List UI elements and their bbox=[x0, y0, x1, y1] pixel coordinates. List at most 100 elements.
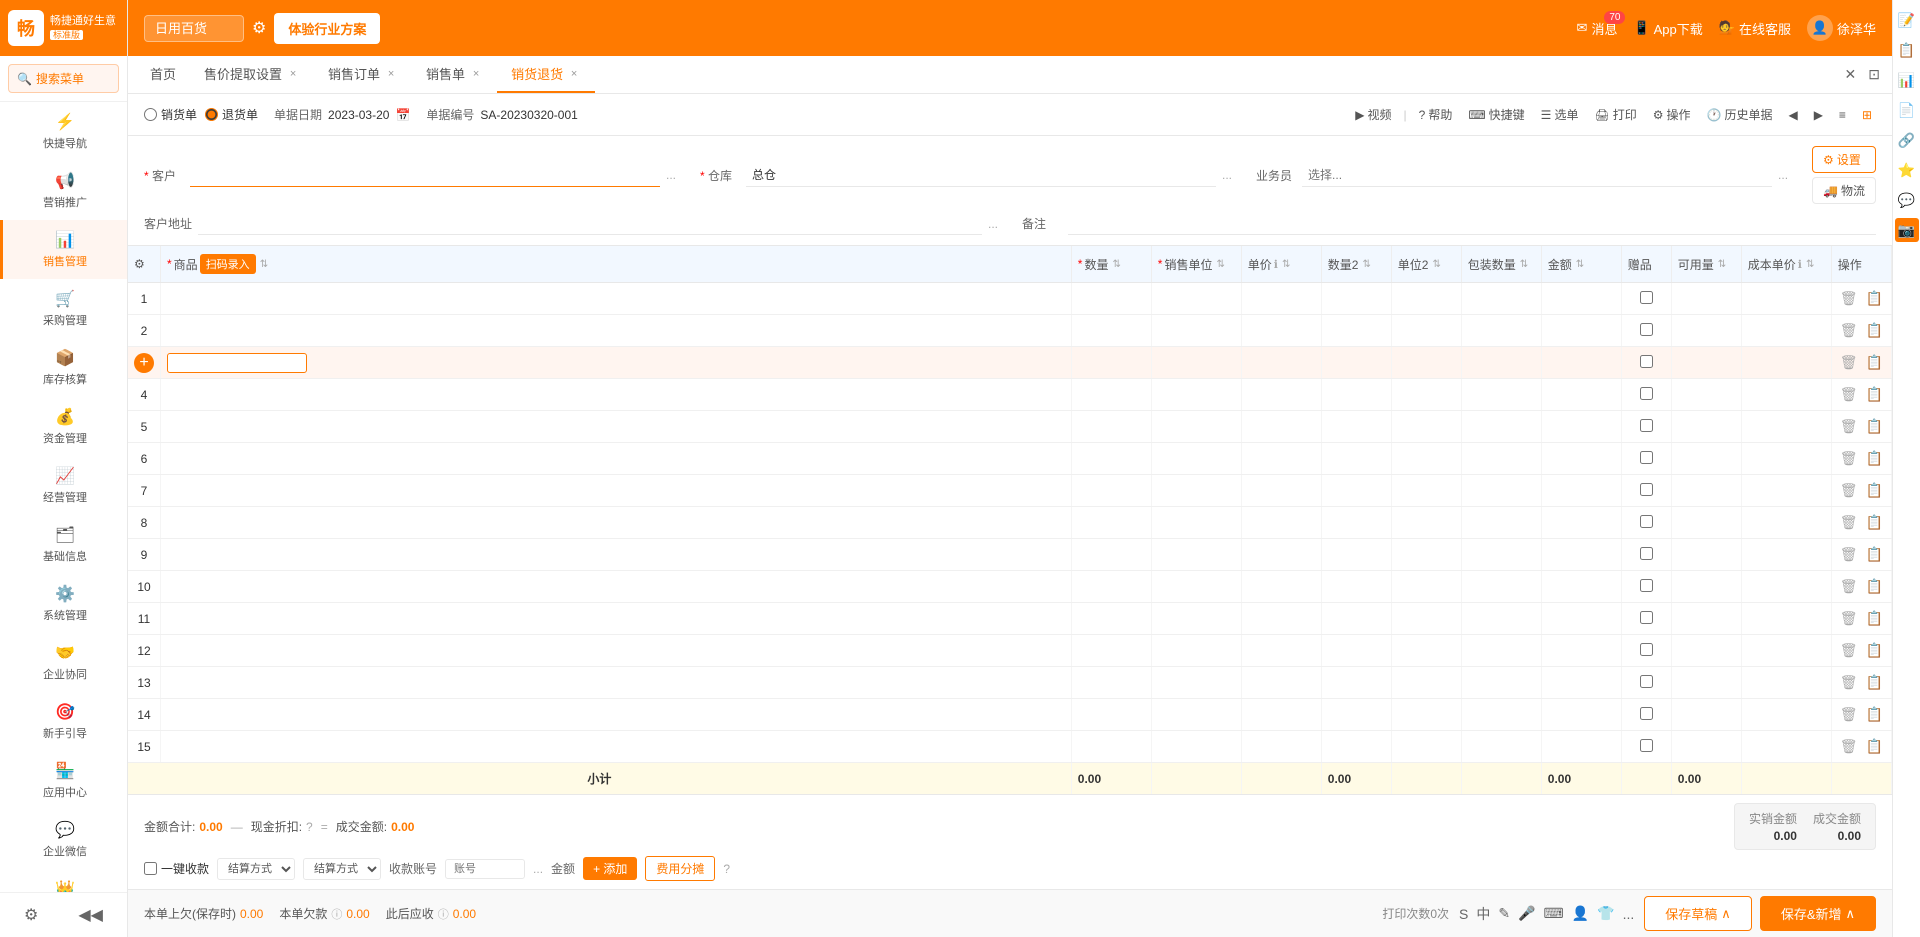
settings-button[interactable]: ⚙ 设置 bbox=[1812, 146, 1876, 173]
tab-sales-delivery[interactable]: 销售单 × bbox=[412, 56, 497, 93]
delete-row-button[interactable]: 🗑 bbox=[1838, 352, 1860, 373]
amount-cell[interactable] bbox=[1541, 315, 1621, 347]
account-select-dots[interactable]: ... bbox=[533, 862, 543, 876]
video-help-button[interactable]: ▶ 视频 bbox=[1351, 104, 1395, 125]
copy-row-button[interactable]: 📋 bbox=[1864, 320, 1885, 341]
sidebar-settings-button[interactable]: ⚙ bbox=[20, 901, 42, 929]
sidebar-item-guide[interactable]: 🎯 新手引导 bbox=[0, 692, 127, 751]
copy-row-button[interactable]: 📋 bbox=[1864, 544, 1885, 565]
copy-row-button[interactable]: 📋 bbox=[1864, 704, 1885, 725]
shortcut-button[interactable]: ⌨ 快捷键 bbox=[1464, 104, 1528, 125]
online-service-button[interactable]: 💁 在线客服 bbox=[1719, 19, 1791, 38]
close-tab-button[interactable]: ✕ bbox=[1841, 64, 1861, 85]
tab-sales-return[interactable]: 销货退货 × bbox=[497, 56, 595, 93]
sidebar-item-apps[interactable]: 🏪 应用中心 bbox=[0, 751, 127, 810]
price-sort-icon[interactable]: ⇅ bbox=[1282, 259, 1290, 270]
right-panel-icon-8[interactable]: 📷 bbox=[1895, 218, 1919, 242]
product-sort-icon[interactable]: ⇅ bbox=[260, 259, 268, 270]
unit2-sort-icon[interactable]: ⇅ bbox=[1432, 259, 1440, 270]
price-cell[interactable] bbox=[1241, 347, 1321, 379]
cost-cell[interactable] bbox=[1741, 347, 1831, 379]
split-help-icon[interactable]: ? bbox=[723, 862, 730, 876]
help-button[interactable]: ? 帮助 bbox=[1415, 104, 1457, 125]
copy-row-button[interactable]: 📋 bbox=[1864, 512, 1885, 533]
prev-record-button[interactable]: ◀ bbox=[1784, 106, 1801, 124]
tool7-icon[interactable]: ... bbox=[1621, 904, 1637, 924]
sidebar-item-sales[interactable]: 📊 销售管理 bbox=[0, 220, 127, 279]
sales-radio[interactable]: 销货单 bbox=[144, 106, 197, 123]
sidebar-item-purchase[interactable]: 🛒 采购管理 bbox=[0, 279, 127, 338]
delete-row-button[interactable]: 🗑 bbox=[1838, 320, 1860, 341]
delete-row-button[interactable]: 🗑 bbox=[1838, 672, 1860, 693]
cost-sort-icon[interactable]: ⇅ bbox=[1806, 259, 1814, 270]
save-new-button[interactable]: 保存&新增 ∧ bbox=[1760, 896, 1876, 931]
delete-row-button[interactable]: 🗑 bbox=[1838, 640, 1860, 661]
delete-row-button[interactable]: 🗑 bbox=[1838, 544, 1860, 565]
tool6-icon[interactable]: 👕 bbox=[1595, 903, 1616, 924]
amount-cell[interactable] bbox=[1541, 283, 1621, 315]
salesperson-input[interactable] bbox=[1302, 164, 1772, 187]
once-info-icon[interactable]: ⓘ bbox=[331, 906, 342, 922]
copy-row-button[interactable]: 📋 bbox=[1864, 352, 1885, 373]
address-input[interactable] bbox=[198, 212, 982, 235]
sidebar-item-marketing[interactable]: 📢 营销推广 bbox=[0, 161, 127, 220]
product-cell-input[interactable] bbox=[161, 347, 1072, 379]
copy-row-button[interactable]: 📋 bbox=[1864, 672, 1885, 693]
avail-cell[interactable] bbox=[1671, 283, 1741, 315]
close-sales-delivery-tab[interactable]: × bbox=[469, 67, 483, 81]
sidebar-item-system[interactable]: ⚙️ 系统管理 bbox=[0, 574, 127, 633]
copy-row-button[interactable]: 📋 bbox=[1864, 608, 1885, 629]
print-button[interactable]: 🖨 打印 bbox=[1590, 104, 1640, 125]
unit2-cell[interactable] bbox=[1391, 283, 1461, 315]
pkgqty-cell[interactable] bbox=[1461, 283, 1541, 315]
cost-cell[interactable] bbox=[1741, 283, 1831, 315]
avail-sort-icon[interactable]: ⇅ bbox=[1718, 259, 1726, 270]
amount-cell[interactable] bbox=[1541, 347, 1621, 379]
customer-input[interactable] bbox=[190, 164, 660, 187]
qty2-cell[interactable] bbox=[1321, 283, 1391, 315]
right-panel-icon-5[interactable]: 🔗 bbox=[1895, 128, 1919, 152]
amount-sort-icon[interactable]: ⇅ bbox=[1576, 259, 1584, 270]
right-panel-icon-4[interactable]: 📄 bbox=[1895, 98, 1919, 122]
qty2-sort-icon[interactable]: ⇅ bbox=[1362, 259, 1370, 270]
industry-dropdown[interactable]: 日用百货 bbox=[144, 15, 244, 42]
gift-cell[interactable] bbox=[1621, 283, 1671, 315]
right-panel-icon-7[interactable]: 💬 bbox=[1895, 188, 1919, 212]
sidebar-item-basic[interactable]: 🗂 基础信息 bbox=[0, 515, 127, 574]
sidebar-item-inventory[interactable]: 📦 库存核算 bbox=[0, 338, 127, 397]
copy-row-button[interactable]: 📋 bbox=[1864, 736, 1885, 757]
pkgqty-sort-icon[interactable]: ⇅ bbox=[1520, 259, 1528, 270]
tab-sales-order[interactable]: 销售订单 × bbox=[314, 56, 412, 93]
qty-cell[interactable] bbox=[1071, 347, 1151, 379]
copy-row-button[interactable]: 📋 bbox=[1864, 640, 1885, 661]
right-panel-icon-6[interactable]: ⭐ bbox=[1895, 158, 1919, 182]
tool1-icon[interactable]: 中 bbox=[1474, 902, 1492, 926]
unit-sort-icon[interactable]: ⇅ bbox=[1216, 259, 1224, 270]
warehouse-input[interactable] bbox=[746, 164, 1216, 187]
copy-row-button[interactable]: 📋 bbox=[1864, 416, 1885, 437]
return-radio[interactable]: 退货单 bbox=[205, 106, 258, 123]
sidebar-item-operation[interactable]: 📈 经营管理 bbox=[0, 456, 127, 515]
price-cell[interactable] bbox=[1241, 283, 1321, 315]
add-row-button[interactable]: + bbox=[134, 353, 154, 373]
copy-row-button[interactable]: 📋 bbox=[1864, 448, 1885, 469]
price-cell[interactable] bbox=[1241, 315, 1321, 347]
delete-row-button[interactable]: 🗑 bbox=[1838, 608, 1860, 629]
split-cost-button[interactable]: 费用分摊 bbox=[645, 856, 715, 881]
tab-price-setting[interactable]: 售价提取设置 × bbox=[190, 56, 314, 93]
app-download-button[interactable]: 📱 App下载 bbox=[1633, 19, 1702, 38]
remark-input[interactable] bbox=[1068, 212, 1876, 235]
user-avatar-button[interactable]: 👤 徐泽华 bbox=[1807, 15, 1876, 41]
logistics-button[interactable]: 🚚 物流 bbox=[1812, 177, 1876, 204]
scan-input-button[interactable]: 扫码录入 bbox=[200, 254, 256, 274]
salesperson-select-dots[interactable]: ... bbox=[1778, 168, 1788, 182]
qty2-cell[interactable] bbox=[1321, 347, 1391, 379]
delete-row-button[interactable]: 🗑 bbox=[1838, 288, 1860, 309]
tool2-icon[interactable]: ✎ bbox=[1496, 903, 1512, 924]
cost-cell[interactable] bbox=[1741, 315, 1831, 347]
pkgqty-cell[interactable] bbox=[1461, 315, 1541, 347]
avail-cell[interactable] bbox=[1671, 347, 1741, 379]
save-draft-button[interactable]: 保存草稿 ∧ bbox=[1644, 896, 1752, 931]
settings-gear-icon[interactable]: ⚙ bbox=[252, 18, 266, 38]
maximize-tab-button[interactable]: ⊡ bbox=[1864, 64, 1884, 85]
